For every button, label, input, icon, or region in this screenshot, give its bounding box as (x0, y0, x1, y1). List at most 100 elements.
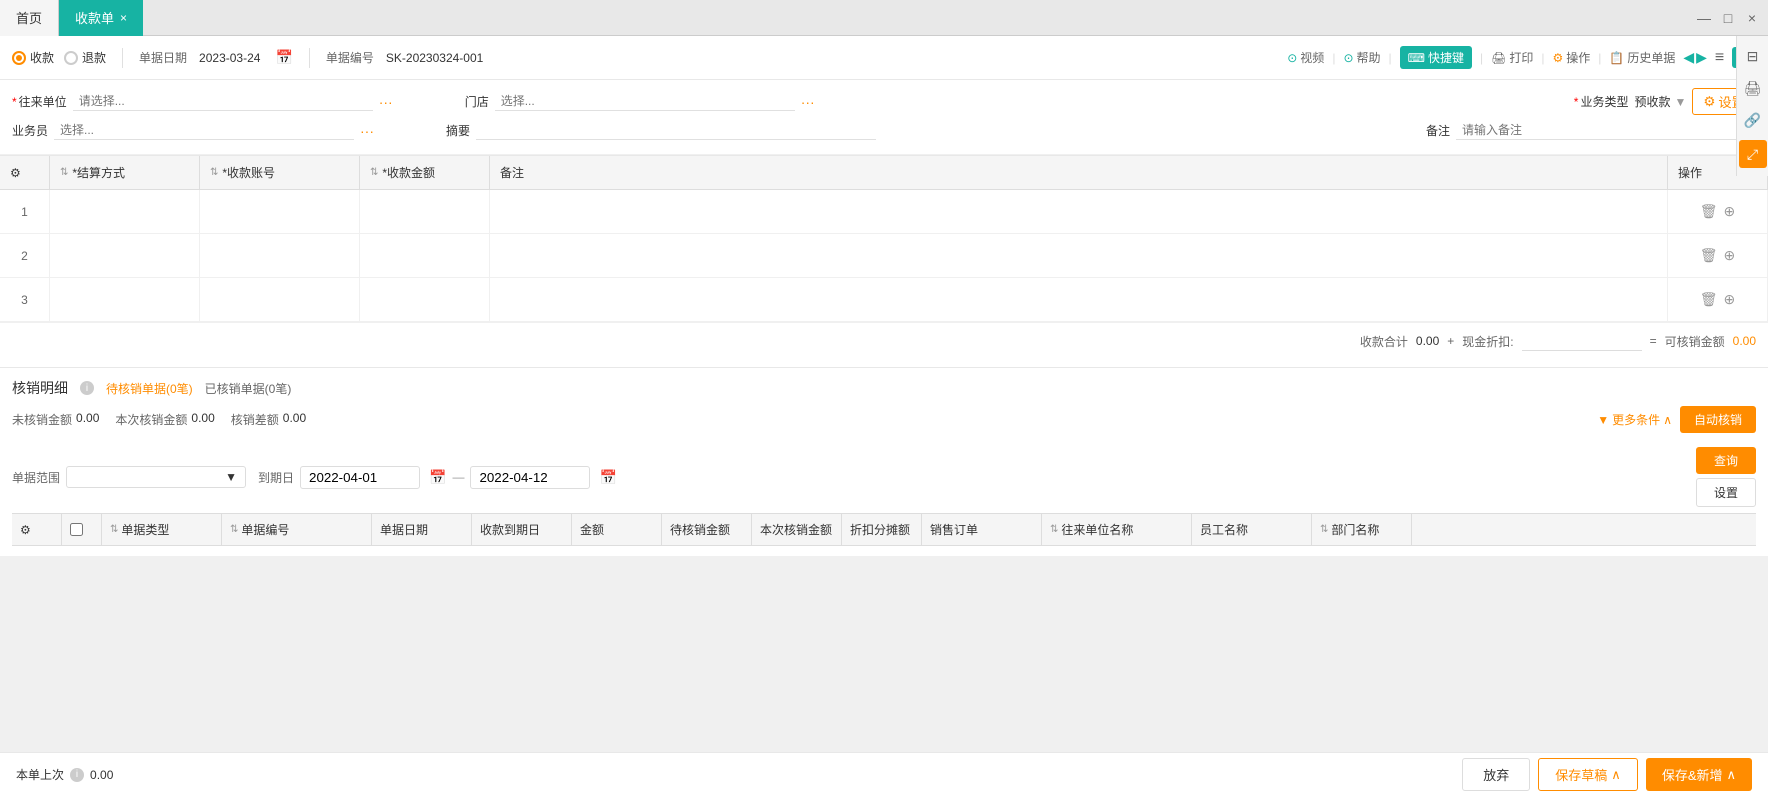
help-button[interactable]: ⊙ 帮助 (1343, 49, 1380, 66)
store-input[interactable] (495, 92, 795, 111)
tab-active[interactable]: 收款单 × (59, 0, 143, 36)
business-type-field: *业务类型 预收款 ▼ ⚙ 设置 (1574, 88, 1756, 115)
row-2-remark[interactable] (490, 234, 1668, 277)
radio-refund[interactable]: 退款 (64, 49, 106, 66)
row-3-delete-icon[interactable]: 🗑 (1700, 291, 1718, 308)
due-date-from-calendar-icon[interactable]: 📅 (429, 469, 446, 486)
row-2-account[interactable] (200, 234, 360, 277)
range-label: 单据范围 (12, 469, 60, 486)
btable-checkbox-col[interactable] (62, 514, 102, 545)
btable-discount-col: 折扣分摊额 (842, 514, 922, 545)
btable-number-col: ⇅ 单据编号 (222, 514, 372, 545)
row-3-account[interactable] (200, 278, 360, 321)
row-2-num: 2 (0, 234, 50, 277)
row-1-amount[interactable] (360, 190, 490, 233)
due-date-label: 到期日 (258, 469, 294, 486)
total-value: 0.00 (1416, 334, 1439, 348)
right-panel-link-icon[interactable]: 🔗 (1741, 108, 1765, 132)
due-date-from-input[interactable] (300, 466, 420, 489)
form-row-1: *往来单位 ··· 门店 ··· *业务类型 预收款 ▼ ⚙ 设置 (12, 88, 1756, 115)
range-select-arrow: ▼ (225, 470, 237, 484)
btable-select-all[interactable] (70, 523, 83, 536)
counterparty-more-icon[interactable]: ··· (379, 94, 393, 110)
filter-buttons: 查询 设置 (1696, 447, 1756, 507)
done-tab[interactable]: 已核销单据(0笔) (205, 380, 292, 397)
filter-setting-button[interactable]: 设置 (1696, 478, 1756, 507)
draft-button[interactable]: 保存草稿 ∧ (1538, 758, 1638, 791)
tab-home[interactable]: 首页 (0, 0, 59, 36)
summary-input[interactable] (476, 121, 876, 140)
nav-arrows: ◀ ▶ (1683, 49, 1707, 66)
range-field: 单据范围 ▼ (12, 466, 246, 488)
reconcile-info-icon[interactable]: i (80, 381, 94, 395)
row-3-actions: 🗑 ⊕ (1668, 278, 1768, 321)
row-3-remark[interactable] (490, 278, 1668, 321)
row-1-account[interactable] (200, 190, 360, 233)
discount-input[interactable] (1522, 331, 1642, 351)
right-panel-table-icon[interactable]: ⊟ (1741, 44, 1765, 68)
salesperson-more-icon[interactable]: ··· (360, 123, 374, 139)
settings-col-header[interactable]: ⚙ (0, 156, 50, 189)
maximize-button[interactable]: □ (1720, 10, 1736, 26)
row-1-num: 1 (0, 190, 50, 233)
row-3-amount[interactable] (360, 278, 490, 321)
counterparty-input[interactable] (73, 92, 373, 111)
salesperson-field: 业务员 ··· (12, 121, 374, 140)
summary-label: 摘要 (446, 122, 470, 139)
row-2-settlement[interactable] (50, 234, 200, 277)
btable-settings-col[interactable]: ⚙ (12, 514, 62, 545)
due-date-to-calendar-icon[interactable]: 📅 (599, 469, 616, 486)
prev-arrow[interactable]: ◀ (1683, 49, 1694, 66)
store-more-icon[interactable]: ··· (801, 94, 815, 110)
unchecked-value: 0.00 (76, 411, 99, 428)
summary-row: 收款合计 0.00 + 现金折扣: = 可核销金额 0.00 (0, 322, 1768, 359)
save-new-button[interactable]: 保存&新增 ∧ (1646, 758, 1752, 791)
row-1-delete-icon[interactable]: 🗑 (1700, 203, 1718, 220)
print-button[interactable]: 🖨 打印 (1491, 49, 1533, 66)
range-select[interactable]: ▼ (66, 466, 246, 488)
calendar-icon[interactable]: 📅 (275, 49, 292, 66)
table-settings-icon[interactable]: ⚙ (10, 166, 21, 180)
btable-settings-icon[interactable]: ⚙ (20, 523, 31, 537)
row-3-settlement[interactable] (50, 278, 200, 321)
divider-2 (309, 48, 310, 68)
salesperson-input[interactable] (54, 121, 354, 140)
close-button[interactable]: × (1744, 10, 1760, 26)
right-panel-print-icon[interactable]: 🖨 (1741, 76, 1765, 100)
auto-reconcile-button[interactable]: 自动核销 (1680, 406, 1756, 433)
table-row: 1 🗑 ⊕ (0, 190, 1768, 234)
abandon-button[interactable]: 放弃 (1462, 758, 1530, 791)
video-button[interactable]: ⊙ 视频 (1287, 49, 1324, 66)
history-button[interactable]: 📋 历史单据 (1609, 49, 1675, 66)
remark-field: 备注 (1426, 121, 1756, 140)
query-button[interactable]: 查询 (1696, 447, 1756, 474)
row-1-copy-icon[interactable]: ⊕ (1724, 203, 1736, 220)
operation-button[interactable]: ⚙ 操作 (1552, 49, 1590, 66)
business-type-label: *业务类型 (1574, 93, 1629, 110)
radio-receipt-circle (12, 51, 26, 65)
btable-dept-col: ⇅ 部门名称 (1312, 514, 1412, 545)
pending-tab[interactable]: 待核销单据(0笔) (106, 380, 193, 397)
row-1-remark[interactable] (490, 190, 1668, 233)
shortcut-button[interactable]: ⌨ 快捷键 (1400, 46, 1472, 69)
more-conditions-link[interactable]: ▼ 更多条件 ∧ (1597, 411, 1672, 428)
tab-close-icon[interactable]: × (120, 11, 127, 25)
remark-input[interactable] (1456, 121, 1756, 140)
last-order-info-icon[interactable]: i (70, 768, 84, 782)
row-1-settlement[interactable] (50, 190, 200, 233)
row-2-delete-icon[interactable]: 🗑 (1700, 247, 1718, 264)
row-2-amount[interactable] (360, 234, 490, 277)
due-date-to-input[interactable] (470, 466, 590, 489)
right-panel-expand-icon[interactable]: ⤢ (1739, 140, 1767, 168)
business-type-select[interactable]: 预收款 ▼ (1634, 93, 1686, 110)
minimize-button[interactable]: — (1696, 10, 1712, 26)
layout-icon[interactable]: ≡ (1715, 49, 1724, 67)
row-3-copy-icon[interactable]: ⊕ (1724, 291, 1736, 308)
account-col-header: ⇅ *收款账号 (200, 156, 360, 189)
next-arrow[interactable]: ▶ (1696, 49, 1707, 66)
help-icon: ⊙ (1343, 51, 1353, 65)
unchecked-stat: 未核销金额 0.00 (12, 411, 99, 428)
radio-receipt[interactable]: 收款 (12, 49, 54, 66)
row-2-copy-icon[interactable]: ⊕ (1724, 247, 1736, 264)
row-3-num: 3 (0, 278, 50, 321)
